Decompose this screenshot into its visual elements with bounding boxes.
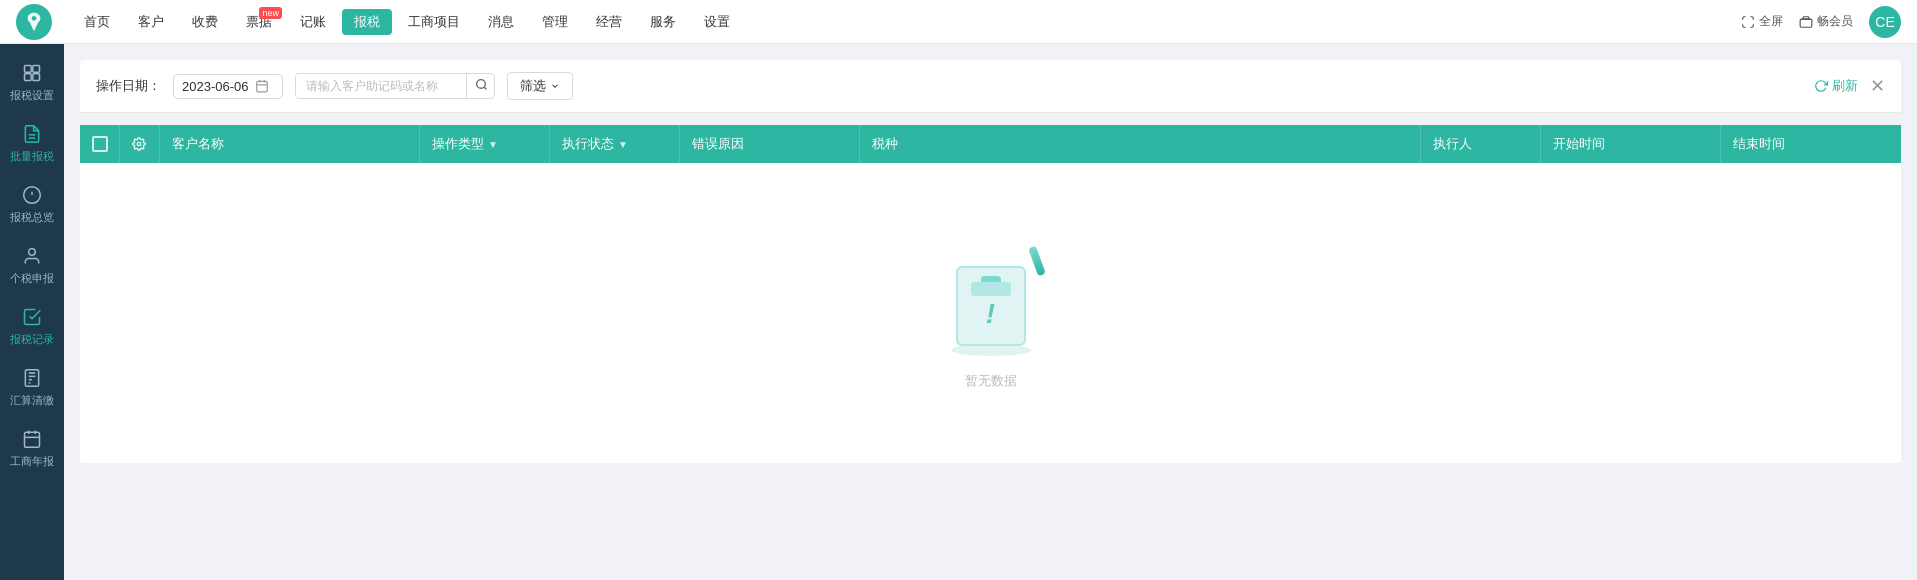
nav-item-home[interactable]: 首页 [72, 9, 122, 35]
clipboard-top [971, 282, 1011, 296]
nav-item-message[interactable]: 消息 [476, 9, 526, 35]
empty-illustration: ! [931, 236, 1051, 356]
main-content: 操作日期： 2023-06-06 筛选 [64, 44, 1917, 580]
th-executor: 执行人 [1421, 125, 1541, 163]
sidebar-item-tax-settings[interactable]: 报税设置 [0, 52, 64, 113]
fullscreen-label: 全屏 [1759, 13, 1783, 30]
search-button[interactable] [466, 74, 495, 98]
personal-tax-icon [21, 245, 43, 267]
svg-rect-21 [256, 81, 267, 92]
th-checkbox[interactable] [80, 125, 120, 163]
search-input[interactable] [296, 75, 466, 97]
table-wrapper: 客户名称 操作类型 ▼ 执行状态 ▼ 错误原因 税种 执行人 [80, 125, 1901, 463]
annual-report-icon [21, 428, 43, 450]
svg-rect-17 [25, 432, 40, 447]
th-operation-type[interactable]: 操作类型 ▼ [420, 125, 550, 163]
clipboard-body: ! [956, 266, 1026, 346]
exclaim-mark: ! [986, 298, 995, 330]
nav-item-invoice[interactable]: 票据 new [234, 9, 284, 35]
nav-item-customer[interactable]: 客户 [126, 9, 176, 35]
sidebar-label-tax-records: 报税记录 [10, 332, 54, 347]
empty-text: 暂无数据 [965, 372, 1017, 390]
nav-items: 首页 客户 收费 票据 new 记账 报税 工商项目 消息 管理 经营 服务 设… [72, 9, 1741, 35]
sidebar-item-personal-tax[interactable]: 个税申报 [0, 235, 64, 296]
th-customer-name: 客户名称 [160, 125, 420, 163]
close-button[interactable]: ✕ [1870, 77, 1885, 95]
sidebar-item-annual-report[interactable]: 工商年报 [0, 418, 64, 479]
nav-item-manage[interactable]: 管理 [530, 9, 580, 35]
fullscreen-btn[interactable]: 全屏 [1741, 13, 1783, 30]
filter-button[interactable]: 筛选 [507, 72, 573, 100]
refresh-button[interactable]: 刷新 [1814, 77, 1858, 95]
date-input[interactable]: 2023-06-06 [173, 74, 283, 99]
table-header: 客户名称 操作类型 ▼ 执行状态 ▼ 错误原因 税种 执行人 [80, 125, 1901, 163]
refresh-label: 刷新 [1832, 77, 1858, 95]
sidebar-label-personal-tax: 个税申报 [10, 271, 54, 286]
nav-item-tax[interactable]: 报税 [342, 9, 392, 35]
vip-btn[interactable]: 畅会员 [1799, 13, 1853, 30]
toolbar-right: 刷新 ✕ [1814, 77, 1885, 95]
sidebar-item-tax-records[interactable]: 报税记录 [0, 296, 64, 357]
sidebar-item-batch-tax[interactable]: 批量报税 [0, 113, 64, 174]
top-nav: 首页 客户 收费 票据 new 记账 报税 工商项目 消息 管理 经营 服务 设… [0, 0, 1917, 44]
svg-point-11 [29, 249, 36, 256]
search-box [295, 73, 495, 99]
pen-decoration [1028, 246, 1046, 277]
vip-label: 畅会员 [1817, 13, 1853, 30]
th-end-time: 结束时间 [1721, 125, 1901, 163]
sidebar-label-tax-settings: 报税设置 [10, 88, 54, 103]
svg-rect-1 [1800, 19, 1812, 27]
th-start-time: 开始时间 [1541, 125, 1721, 163]
toolbar: 操作日期： 2023-06-06 筛选 [80, 60, 1901, 113]
svg-rect-4 [25, 74, 32, 81]
new-badge: new [259, 7, 282, 20]
tax-summary-icon [21, 184, 43, 206]
sidebar-label-calc-pay: 汇算清缴 [10, 393, 54, 408]
filter-icon-operation-type: ▼ [488, 139, 498, 150]
sidebar-label-tax-summary: 报税总览 [10, 210, 54, 225]
svg-point-0 [32, 16, 37, 21]
sidebar-label-batch-tax: 批量报税 [10, 149, 54, 164]
svg-point-25 [477, 80, 486, 89]
sidebar-label-annual-report: 工商年报 [10, 454, 54, 469]
batch-tax-icon [21, 123, 43, 145]
date-label: 操作日期： [96, 77, 161, 95]
nav-item-account[interactable]: 记账 [288, 9, 338, 35]
date-value: 2023-06-06 [182, 79, 249, 94]
sidebar-item-calc-pay[interactable]: 汇算清缴 [0, 357, 64, 418]
tax-settings-icon [21, 62, 43, 84]
svg-rect-3 [33, 66, 40, 73]
select-all-checkbox[interactable] [92, 136, 108, 152]
nav-item-settings[interactable]: 设置 [692, 9, 742, 35]
th-tax-type: 税种 [860, 125, 1421, 163]
nav-item-operation[interactable]: 经营 [584, 9, 634, 35]
svg-rect-12 [25, 370, 38, 387]
empty-state: ! 暂无数据 [80, 163, 1901, 463]
top-nav-right: 全屏 畅会员 CE [1741, 6, 1901, 38]
sidebar-item-tax-summary[interactable]: 报税总览 [0, 174, 64, 235]
sidebar: 报税设置 批量报税 报税总览 [0, 44, 64, 580]
nav-item-fee[interactable]: 收费 [180, 9, 230, 35]
layout: 报税设置 批量报税 报税总览 [0, 44, 1917, 580]
nav-item-service[interactable]: 服务 [638, 9, 688, 35]
tax-records-icon [21, 306, 43, 328]
filter-icon-exec-status: ▼ [618, 139, 628, 150]
th-error-reason: 错误原因 [680, 125, 860, 163]
svg-rect-5 [33, 74, 40, 81]
svg-point-27 [137, 142, 141, 146]
svg-line-26 [484, 87, 486, 89]
th-exec-status[interactable]: 执行状态 ▼ [550, 125, 680, 163]
filter-label: 筛选 [520, 77, 546, 95]
app-logo[interactable] [16, 4, 52, 40]
th-setting [120, 125, 160, 163]
nav-item-bizproject[interactable]: 工商项目 [396, 9, 472, 35]
user-avatar[interactable]: CE [1869, 6, 1901, 38]
svg-rect-2 [25, 66, 32, 73]
calc-pay-icon [21, 367, 43, 389]
